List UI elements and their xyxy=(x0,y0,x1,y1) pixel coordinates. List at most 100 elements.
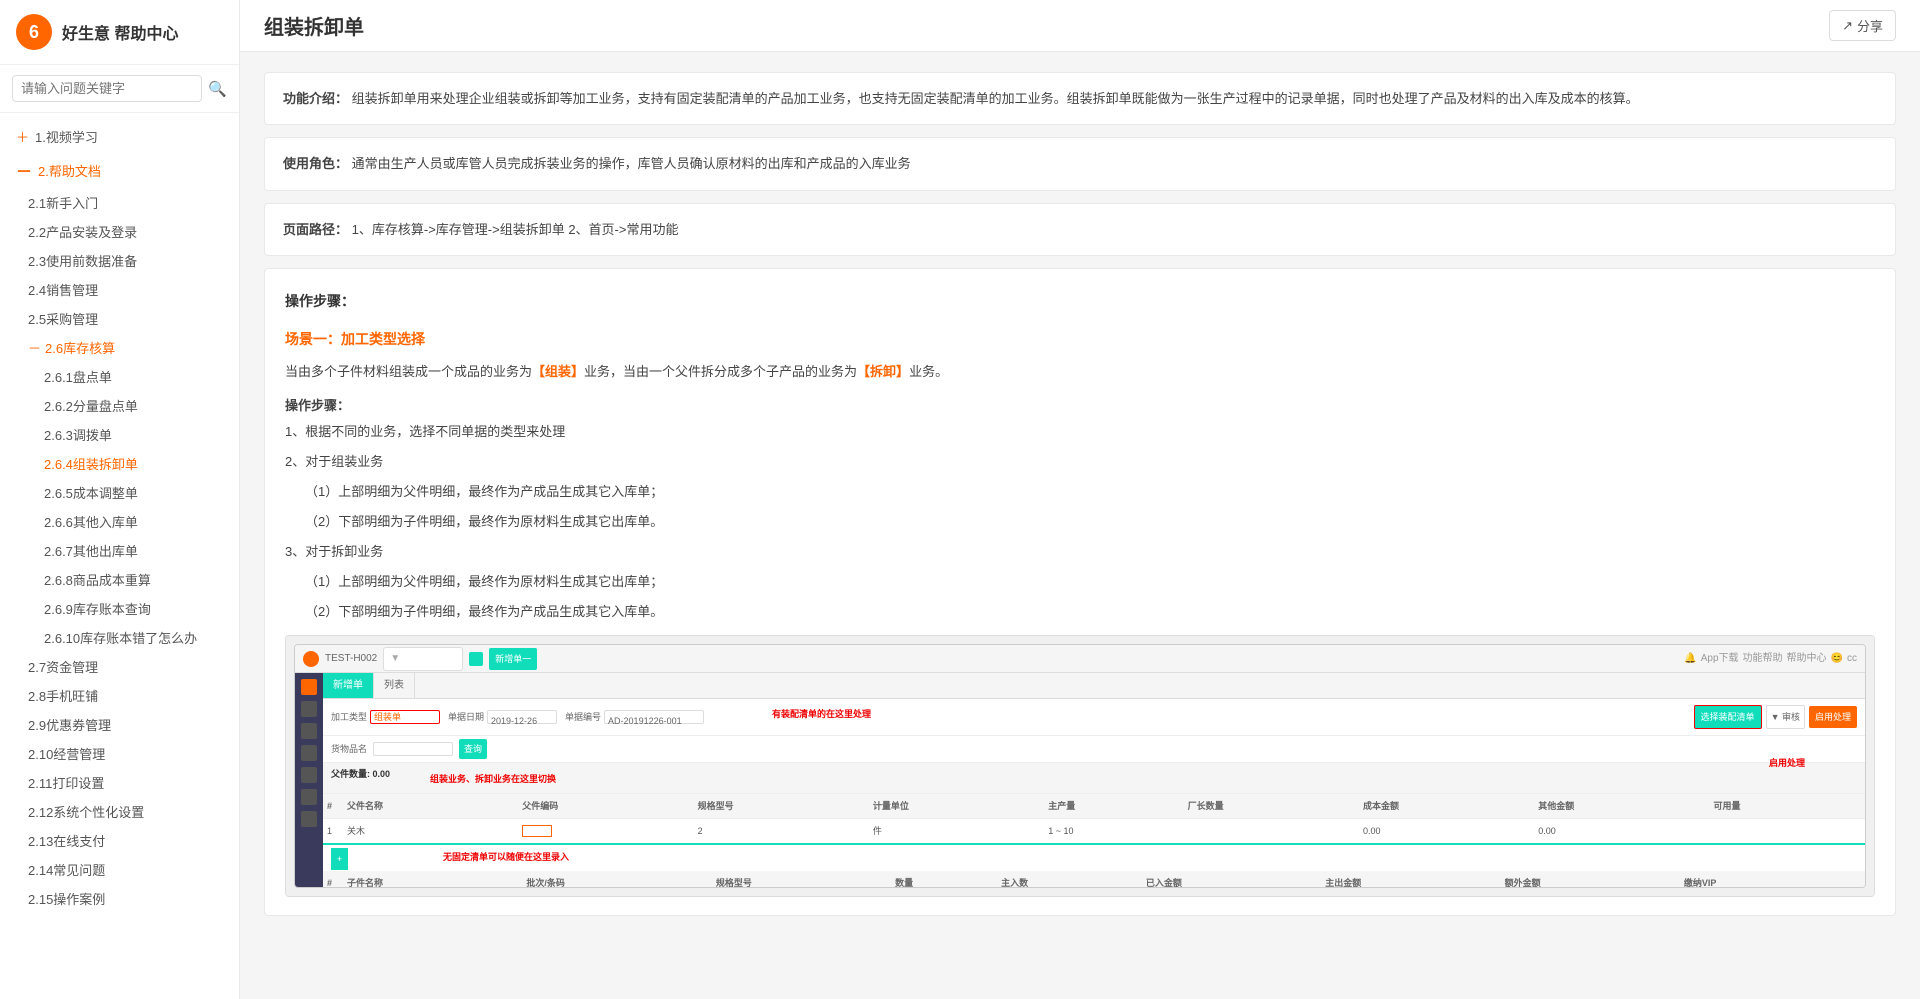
fake-bottom-table: # 子件名称 批次/条码 规格型号 数量 主入数 已入金额 主出金额 额外金额 xyxy=(323,871,1865,887)
fake-icon-6: cc xyxy=(1847,649,1857,669)
sidebar-item-s2-4[interactable]: 2.4销售管理 xyxy=(28,275,239,304)
search-box: 🔍 xyxy=(0,65,239,113)
sidebar-item-s2-6-1[interactable]: 2.6.1盘点单 xyxy=(44,362,239,391)
sidebar-item-s2-8[interactable]: 2.8手机旺铺 xyxy=(28,681,239,710)
main-content: 组装拆卸单 ↗ 分享 功能介绍： 组装拆卸单用来处理企业组装或拆卸等加工业务，支… xyxy=(240,0,1920,999)
steps-title2: 操作步骤： xyxy=(285,393,1875,419)
search-input[interactable] xyxy=(12,75,202,102)
operation-steps-title: 操作步骤： xyxy=(285,287,1875,315)
role-label: 使用角色： xyxy=(283,156,348,171)
fake-app-tabs: 新增单 列表 xyxy=(323,673,1865,699)
fake-search-btn: 查询 xyxy=(459,739,487,759)
sidebar-item-s2-6-3[interactable]: 2.6.3调拨单 xyxy=(44,420,239,449)
sidebar-item-s2-6-7[interactable]: 2.6.7其他出库单 xyxy=(44,536,239,565)
fake-icon-5: 😊 xyxy=(1831,649,1843,669)
sidebar-item-s2-6-10[interactable]: 2.6.10库存账本错了怎么办 xyxy=(44,623,239,652)
sidebar-item-s2-2[interactable]: 2.2产品安装及登录 xyxy=(28,217,239,246)
fake-sidebar-icon-6 xyxy=(301,789,317,805)
sidebar-item-s2-11[interactable]: 2.11打印设置 xyxy=(28,768,239,797)
minus-icon: － xyxy=(16,158,32,182)
sidebar-item-s2-13[interactable]: 2.13在线支付 xyxy=(28,826,239,855)
fake-sidebar-icon-5 xyxy=(301,767,317,783)
fake-tab-list: 列表 xyxy=(374,673,415,698)
annot1-area: 有装配清单的在这里处理 xyxy=(712,705,1686,725)
sidebar-item-s2-7[interactable]: 2.7资金管理 xyxy=(28,652,239,681)
screenshot-inner: TEST-H002 ▼ 新增单一 🔔 App下载 功能帮助 帮助中心 😊 cc xyxy=(286,636,1874,896)
fake-app-sidebar xyxy=(295,673,323,887)
sidebar-item-s2-5[interactable]: 2.5采购管理 xyxy=(28,304,239,333)
minus-icon-s2-6: － xyxy=(28,338,41,357)
annot3-text: 启用处理 xyxy=(1769,758,1805,768)
fake-btns: 选择装配清单 ▼ 审核 启用处理 xyxy=(1694,705,1857,729)
fake-date-input: 2019-12-26 xyxy=(487,710,557,724)
annot4-text: 无固定清单可以随便在这里录入 xyxy=(443,852,569,862)
app-logo: 6 xyxy=(16,14,52,50)
fake-sidebar-icon-1 xyxy=(301,679,317,695)
sidebar-item-s2-9[interactable]: 2.9优惠券管理 xyxy=(28,710,239,739)
share-button[interactable]: ↗ 分享 xyxy=(1829,10,1896,41)
step2: 2、对于组装业务 xyxy=(285,449,1875,475)
fake-annotation-area: 有装配清单的在这里处理 xyxy=(712,705,1686,729)
steps-block: 操作步骤： 场景一：加工类型选择 当由多个子件材料组装成一个成品的业务为【组装】… xyxy=(264,268,1896,916)
search-button[interactable]: 🔍 xyxy=(208,80,227,98)
app-title: 好生意 帮助中心 xyxy=(62,20,178,44)
sidebar-item-s2-6-4[interactable]: 2.6.4组装拆卸单 xyxy=(44,449,239,478)
fake-type-input: 组装单 xyxy=(370,710,440,724)
sidebar-header: 6 好生意 帮助中心 xyxy=(0,0,239,65)
role-block: 使用角色： 通常由生产人员或库管人员完成拆装业务的操作，库管人员确认原材料的出库… xyxy=(264,137,1896,190)
sidebar-item-s2-15[interactable]: 2.15操作案例 xyxy=(28,884,239,913)
sidebar-item-s2-6-5[interactable]: 2.6.5成本调整单 xyxy=(44,478,239,507)
fake-parent-label: 父件数量: 0.00 xyxy=(331,765,390,791)
nav-sub-s2: 2.1新手入门 2.2产品安装及登录 2.3使用前数据准备 2.4销售管理 2.… xyxy=(0,188,239,913)
step2-2: （2）下部明细为子件明细，最终作为原材料生成其它出库单。 xyxy=(285,509,1875,535)
sidebar-item-s2-3[interactable]: 2.3使用前数据准备 xyxy=(28,246,239,275)
fake-more-btn: ▼ 审核 xyxy=(1766,705,1805,729)
path-block: 页面路径： 1、库存核算->库存管理->组装拆卸单 2、首页->常用功能 xyxy=(264,203,1896,256)
step3-2: （2）下部明细为子件明细，最终作为产成品生成其它入库单。 xyxy=(285,599,1875,625)
page-title: 组装拆卸单 xyxy=(264,11,364,40)
fake-logo xyxy=(303,651,319,667)
nav-tree: ＋ 1.视频学习 － 2.帮助文档 2.1新手入门 2.2产品安装及登录 2.3… xyxy=(0,113,239,999)
fake-top-table: # 父件名称 父件编码 规格型号 计量单位 主产量 厂长数量 成本金额 其他金额 xyxy=(323,794,1865,845)
fake-tab-new: 新增单 xyxy=(323,673,374,698)
table-row: 1 关木 2 件 1 ~ 10 0.00 0.00 xyxy=(323,819,1865,845)
fake-icon-3: 功能帮助 xyxy=(1743,649,1783,669)
function-intro-block: 功能介绍： 组装拆卸单用来处理企业组装或拆卸等加工业务，支持有固定装配清单的产品… xyxy=(264,72,1896,125)
screenshot-container: TEST-H002 ▼ 新增单一 🔔 App下载 功能帮助 帮助中心 😊 cc xyxy=(285,635,1875,897)
fake-icon-1: 🔔 xyxy=(1684,649,1696,669)
fake-app-icons: 🔔 App下载 功能帮助 帮助中心 😊 cc xyxy=(1684,649,1857,669)
sidebar-item-s2-6-8[interactable]: 2.6.8商品成本重算 xyxy=(44,565,239,594)
fake-sidebar-icon-3 xyxy=(301,723,317,739)
fake-enable-btn: 启用处理 xyxy=(1809,706,1857,728)
fake-icon-4: 帮助中心 xyxy=(1787,649,1827,669)
sidebar-item-s2-6-2[interactable]: 2.6.2分量盘点单 xyxy=(44,391,239,420)
fake-type-field: 加工类型 组装单 xyxy=(331,705,440,729)
sidebar-item-s2-12[interactable]: 2.12系统个性化设置 xyxy=(28,797,239,826)
sidebar: 6 好生意 帮助中心 🔍 ＋ 1.视频学习 － 2.帮助文档 2.1新手入门 2… xyxy=(0,0,240,999)
sidebar-item-s2-6-6[interactable]: 2.6.6其他入库单 xyxy=(44,507,239,536)
share-icon: ↗ xyxy=(1842,18,1853,34)
sidebar-item-s1[interactable]: ＋ 1.视频学习 xyxy=(0,121,239,152)
annot1-text: 有装配清单的在这里处理 xyxy=(772,705,871,723)
path-text: 1、库存核算->库存管理->组装拆卸单 2、首页->常用功能 xyxy=(352,222,679,237)
role-text: 通常由生产人员或库管人员完成拆装业务的操作，库管人员确认原材料的出库和产成品的入… xyxy=(352,156,911,171)
sidebar-item-s2-6-9[interactable]: 2.6.9库存账本查询 xyxy=(44,594,239,623)
sidebar-item-s2-1[interactable]: 2.1新手入门 xyxy=(28,188,239,217)
annot2-text: 组装业务、拆卸业务在这里切换 xyxy=(430,774,556,784)
fake-app-main: 新增单 列表 加工类型 组装单 xyxy=(323,673,1865,887)
nav-sub-s2-6: 2.6.1盘点单 2.6.2分量盘点单 2.6.3调拨单 2.6.4组装拆卸单 … xyxy=(28,362,239,652)
sidebar-item-s2-6[interactable]: － 2.6库存核算 xyxy=(28,333,239,362)
scene1-desc: 当由多个子件材料组装成一个成品的业务为【组装】业务，当由一个父件拆分成多个子产品… xyxy=(285,359,1875,385)
sidebar-item-s2[interactable]: － 2.帮助文档 xyxy=(0,152,239,188)
plus-icon: ＋ xyxy=(16,127,29,146)
sidebar-item-s2-10[interactable]: 2.10经营管理 xyxy=(28,739,239,768)
fake-select-btn: 选择装配清单 xyxy=(1694,705,1762,729)
annot2-area: 组装业务、拆卸业务在这里切换 xyxy=(430,765,556,791)
sidebar-item-s2-14[interactable]: 2.14常见问题 xyxy=(28,855,239,884)
step2-1: （1）上部明细为父件明细，最终作为产成品生成其它入库单； xyxy=(285,479,1875,505)
function-intro-label: 功能介绍： xyxy=(283,91,348,106)
fake-search-label: 货物品名 xyxy=(331,740,367,758)
fake-docno-field: 单据编号 AD-20191226-001 xyxy=(565,705,704,729)
fake-docno-input: AD-20191226-001 xyxy=(604,710,704,724)
fake-app-topbar: TEST-H002 ▼ 新增单一 🔔 App下载 功能帮助 帮助中心 😊 cc xyxy=(295,645,1865,673)
